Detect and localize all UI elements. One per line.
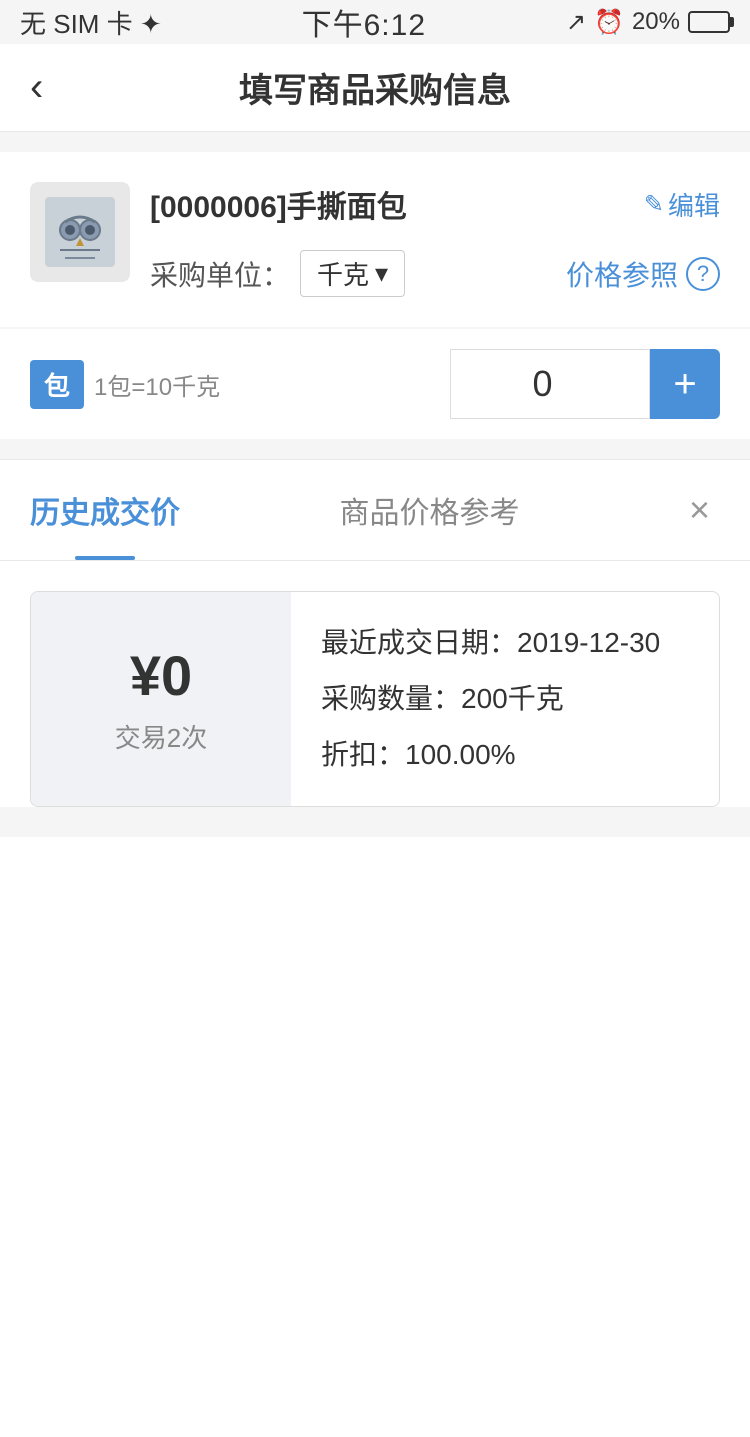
back-button[interactable]: ‹ <box>30 65 43 110</box>
unit-conversion: 1包=10千克 <box>94 367 220 402</box>
close-panel-button[interactable]: × <box>679 479 720 541</box>
status-bar: 无 SIM 卡 ✦ 下午6:12 ↗ ⏰ 20% <box>0 0 750 44</box>
battery-icon <box>688 11 730 33</box>
page-title: 填写商品采购信息 <box>239 63 511 112</box>
quantity-section: 包 1包=10千克 + <box>0 329 750 439</box>
quantity-label: 包 1包=10千克 <box>30 360 220 409</box>
price-card: ¥0 交易2次 最近成交日期：2019-12-30 采购数量：200千克 折扣：… <box>30 591 720 807</box>
price-left: ¥0 交易2次 <box>31 592 291 806</box>
product-name: [0000006]手撕面包 <box>150 182 407 226</box>
price-panel-tabs: 历史成交价 商品价格参考 × <box>0 460 750 561</box>
unit-label: 采购单位： <box>150 254 290 294</box>
quantity-plus-button[interactable]: + <box>650 349 720 419</box>
price-discount-row: 折扣：100.00% <box>321 734 689 776</box>
product-unit-row: 采购单位： 千克 ▾ 价格参照 ? <box>150 250 720 297</box>
edit-button[interactable]: ✎ 编辑 <box>644 186 720 223</box>
price-date-row: 最近成交日期：2019-12-30 <box>321 622 689 664</box>
quantity-input-group: + <box>450 349 720 419</box>
tab-product-price-ref[interactable]: 商品价格参考 <box>339 460 519 560</box>
quantity-input[interactable] <box>450 349 650 419</box>
price-panel: 历史成交价 商品价格参考 × ¥0 交易2次 最近成交日期：2019-12-30… <box>0 459 750 807</box>
unit-select[interactable]: 千克 ▾ <box>300 250 405 297</box>
price-amount: ¥0 <box>130 643 192 708</box>
tab-history-price[interactable]: 历史成交价 <box>30 460 180 560</box>
edit-icon: ✎ <box>644 190 664 219</box>
alarm-icon: ⏰ <box>594 8 624 37</box>
price-ref-help-icon: ? <box>686 257 720 291</box>
status-right: ↗ ⏰ 20% <box>566 8 730 37</box>
product-name-row: [0000006]手撕面包 ✎ 编辑 <box>150 182 720 226</box>
sim-signal-text: 无 SIM 卡 ✦ <box>20 4 162 41</box>
price-times: 交易2次 <box>115 718 207 755</box>
status-time: 下午6:12 <box>302 0 426 44</box>
product-image <box>30 182 130 282</box>
unit-left: 采购单位： 千克 ▾ <box>150 250 405 297</box>
unit-badge: 包 <box>30 360 84 409</box>
product-card: [0000006]手撕面包 ✎ 编辑 采购单位： 千克 ▾ 价格参照 ? <box>0 152 750 327</box>
location-icon: ↗ <box>566 8 586 37</box>
nav-bar: ‹ 填写商品采购信息 <box>0 44 750 132</box>
price-ref-button[interactable]: 价格参照 ? <box>566 254 720 294</box>
product-header: [0000006]手撕面包 ✎ 编辑 采购单位： 千克 ▾ 价格参照 ? <box>30 182 720 297</box>
battery-percent: 20% <box>632 8 680 36</box>
bottom-area <box>0 837 750 1437</box>
quantity-row: 包 1包=10千克 + <box>30 349 720 419</box>
price-qty-row: 采购数量：200千克 <box>321 678 689 720</box>
product-info: [0000006]手撕面包 ✎ 编辑 采购单位： 千克 ▾ 价格参照 ? <box>150 182 720 297</box>
status-left: 无 SIM 卡 ✦ <box>20 4 162 41</box>
price-right: 最近成交日期：2019-12-30 采购数量：200千克 折扣：100.00% <box>291 592 719 806</box>
product-logo <box>45 197 115 267</box>
